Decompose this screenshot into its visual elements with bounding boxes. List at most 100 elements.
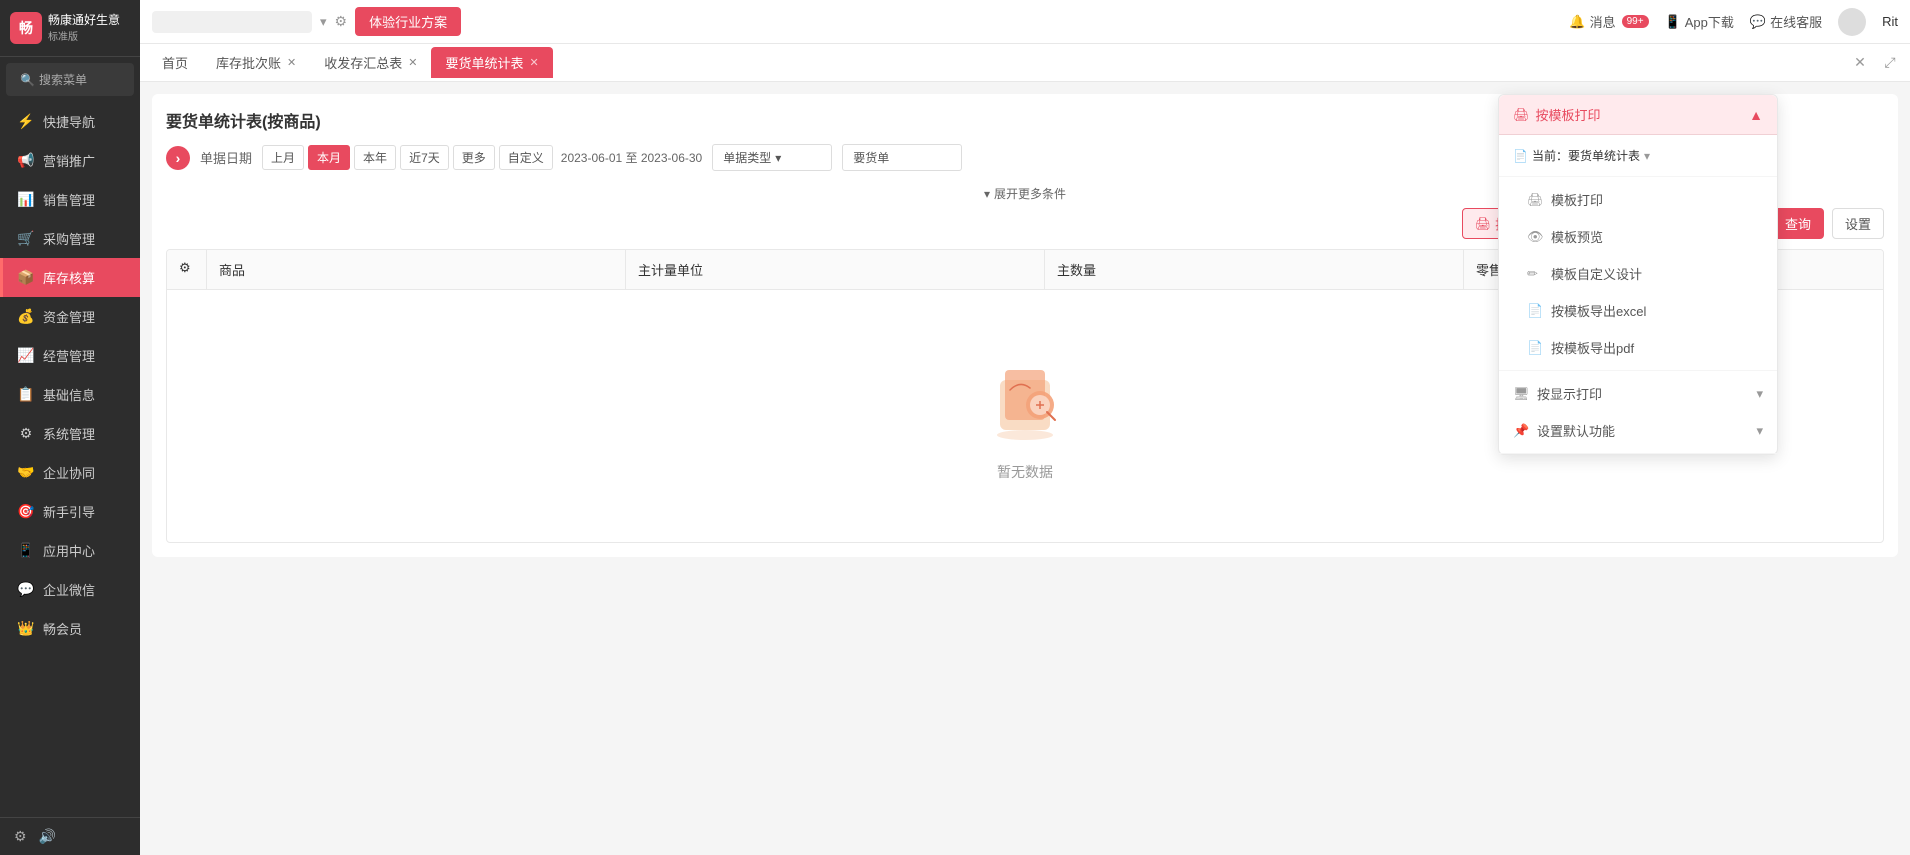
shortcuts-icon: ⚡ — [17, 113, 35, 130]
expand-more-icon: ▾ — [984, 187, 990, 201]
sidebar-item-collab[interactable]: 🤝 企业协同 — [0, 453, 140, 492]
dropdown-items-section: 🖨 模板打印 👁 模板预览 ✏ 模板自定义设计 📄 按模板导出excel — [1499, 177, 1777, 371]
tabs-bar: 首页 库存批次账 ✕ 收发存汇总表 ✕ 要货单统计表 ✕ ✕ ⤢ — [140, 44, 1910, 82]
sidebar-nav: ⚡ 快捷导航 📢 营销推广 📊 销售管理 🛒 采购管理 📦 库存核算 💰 资金管… — [0, 102, 140, 817]
sales-icon: 📊 — [17, 191, 35, 208]
table-col-settings[interactable]: ⚙ — [167, 250, 207, 289]
topbar-right: 🔔 消息 99+ 📱 App下载 💬 在线客服 Rit — [1569, 8, 1898, 36]
sidebar-search[interactable]: 🔍 搜索菜单 — [6, 63, 134, 96]
template-design-icon: ✏ — [1527, 266, 1543, 282]
chevron-right-icon: › — [176, 150, 181, 166]
print-dropdown-popup: 🖨 按模板打印 ▲ 📄 当前：要货单统计表 ▾ 🖨 模板打印 — [1498, 94, 1778, 455]
inventory-icon: 📦 — [17, 269, 35, 286]
dropdown-item-export-excel[interactable]: 📄 按模板导出excel — [1499, 292, 1777, 329]
sidebar: 畅 畅康通好生意 标准版 🔍 搜索菜单 ⚡ 快捷导航 📢 营销推广 📊 销售管理… — [0, 0, 140, 855]
date-btn-custom[interactable]: 自定义 — [499, 145, 553, 170]
template-preview-icon: 👁 — [1527, 229, 1543, 245]
export-excel-icon: 📄 — [1527, 303, 1543, 319]
help-bottom-icon[interactable]: 🔊 — [39, 828, 56, 845]
topbar: ▾ ⚙ 体验行业方案 🔔 消息 99+ 📱 App下载 💬 在线客服 Rit — [140, 0, 1910, 44]
sidebar-item-operations[interactable]: 📈 经营管理 — [0, 336, 140, 375]
table-settings-icon[interactable]: ⚙ — [179, 260, 191, 275]
date-range-display: 2023-06-01 至 2023-06-30 — [561, 149, 702, 166]
tab-stock-summary[interactable]: 收发存汇总表 ✕ — [310, 47, 431, 78]
app-download-btn[interactable]: 📱 App下载 — [1665, 12, 1734, 31]
settings-bottom-icon[interactable]: ⚙ — [14, 828, 27, 845]
user-name: Rit — [1882, 14, 1898, 29]
default-func-icon: 📌 — [1513, 423, 1529, 439]
tab-close-order-stats[interactable]: ✕ — [530, 56, 539, 69]
bell-icon: 🔔 — [1569, 14, 1585, 30]
collab-icon: 🤝 — [17, 464, 35, 481]
date-btn-this-year[interactable]: 本年 — [354, 145, 396, 170]
tab-close-inventory-batch[interactable]: ✕ — [287, 56, 296, 69]
settings-btn[interactable]: 设置 — [1832, 208, 1884, 239]
sidebar-item-basic-info[interactable]: 📋 基础信息 — [0, 375, 140, 414]
table-col-goods: 商品 — [207, 250, 626, 289]
page-card: 要货单统计表(按商品) › 单据日期 上月 本月 本年 近7天 更多 自定义 2… — [152, 94, 1898, 557]
sidebar-item-marketing[interactable]: 📢 营销推广 — [0, 141, 140, 180]
sidebar-item-finance[interactable]: 💰 资金管理 — [0, 297, 140, 336]
sidebar-item-system[interactable]: ⚙ 系统管理 — [0, 414, 140, 453]
content-area: 要货单统计表(按商品) › 单据日期 上月 本月 本年 近7天 更多 自定义 2… — [140, 82, 1910, 855]
date-buttons: 上月 本月 本年 近7天 更多 自定义 2023-06-01 至 2023-06… — [262, 145, 702, 170]
tab-close-all-btn[interactable]: ✕ — [1848, 51, 1872, 75]
main-area: ▾ ⚙ 体验行业方案 🔔 消息 99+ 📱 App下载 💬 在线客服 Rit 首… — [140, 0, 1910, 855]
sidebar-item-sales[interactable]: 📊 销售管理 — [0, 180, 140, 219]
topbar-search-input[interactable] — [152, 11, 312, 33]
dropdown-item-export-pdf[interactable]: 📄 按模板导出pdf — [1499, 329, 1777, 366]
tab-order-stats[interactable]: 要货单统计表 ✕ — [431, 47, 552, 78]
app-logo-icon: 畅 — [10, 12, 42, 44]
topbar-dropdown-arrow[interactable]: ▾ — [320, 14, 327, 30]
operations-icon: 📈 — [17, 347, 35, 364]
goods-filter-input[interactable]: 要货单 — [842, 144, 962, 171]
dropdown-collapse-icon[interactable]: ▲ — [1749, 107, 1763, 123]
avatar[interactable] — [1838, 8, 1866, 36]
order-type-select[interactable]: 单据类型 ▾ — [712, 144, 832, 171]
sidebar-bottom: ⚙ 🔊 — [0, 817, 140, 855]
messages-btn[interactable]: 🔔 消息 99+ — [1569, 12, 1648, 31]
guide-icon: 🎯 — [17, 503, 35, 520]
dropdown-sub-default-func[interactable]: 📌 设置默认功能 ▾ — [1499, 412, 1777, 449]
messages-badge: 99+ — [1622, 15, 1649, 28]
tab-home[interactable]: 首页 — [148, 47, 202, 78]
date-filter-label: 单据日期 — [200, 148, 252, 167]
display-print-icon: 🖥 — [1513, 386, 1529, 402]
current-arrow-icon: ▾ — [1644, 149, 1650, 163]
wechat-icon: 💬 — [17, 581, 35, 598]
tab-inventory-batch[interactable]: 库存批次账 ✕ — [202, 47, 310, 78]
sub-arrow-right-icon2: ▾ — [1756, 423, 1763, 439]
sidebar-item-member[interactable]: 👑 畅会员 — [0, 609, 140, 648]
template-print-icon: 🖨 — [1527, 192, 1543, 208]
sidebar-item-purchase[interactable]: 🛒 采购管理 — [0, 219, 140, 258]
query-btn[interactable]: 查询 — [1772, 208, 1824, 239]
sidebar-item-shortcuts[interactable]: ⚡ 快捷导航 — [0, 102, 140, 141]
dropdown-sub-display-print[interactable]: 🖥 按显示打印 ▾ — [1499, 375, 1777, 412]
apps-icon: 📱 — [17, 542, 35, 559]
trial-button[interactable]: 体验行业方案 — [355, 7, 461, 36]
sidebar-item-apps[interactable]: 📱 应用中心 — [0, 531, 140, 570]
tabs-right-controls: ✕ ⤢ — [1848, 51, 1902, 75]
dropdown-sub-section: 🖥 按显示打印 ▾ 📌 设置默认功能 ▾ — [1499, 371, 1777, 454]
online-service-btn[interactable]: 💬 在线客服 — [1750, 12, 1822, 31]
tab-close-stock-summary[interactable]: ✕ — [408, 56, 417, 69]
app-name: 畅康通好生意 — [48, 13, 120, 29]
date-btn-more[interactable]: 更多 — [453, 145, 495, 170]
dropdown-item-template-print[interactable]: 🖨 模板打印 — [1499, 181, 1777, 218]
dropdown-print-icon: 🖨 — [1513, 107, 1530, 123]
search-icon: 🔍 — [20, 73, 35, 87]
sidebar-item-inventory[interactable]: 📦 库存核算 — [0, 258, 140, 297]
filter-expand-button[interactable]: › — [166, 146, 190, 170]
sidebar-item-guide[interactable]: 🎯 新手引导 — [0, 492, 140, 531]
tab-expand-btn[interactable]: ⤢ — [1878, 51, 1902, 75]
topbar-gear-icon[interactable]: ⚙ — [335, 13, 348, 30]
export-pdf-icon: 📄 — [1527, 340, 1543, 356]
dropdown-item-template-preview[interactable]: 👁 模板预览 — [1499, 218, 1777, 255]
current-template-label: 📄 当前：要货单统计表 ▾ — [1499, 139, 1664, 172]
dropdown-item-template-design[interactable]: ✏ 模板自定义设计 — [1499, 255, 1777, 292]
date-btn-this-month[interactable]: 本月 — [308, 145, 350, 170]
basic-info-icon: 📋 — [17, 386, 35, 403]
date-btn-last-month[interactable]: 上月 — [262, 145, 304, 170]
sidebar-item-wechat[interactable]: 💬 企业微信 — [0, 570, 140, 609]
date-btn-7days[interactable]: 近7天 — [400, 145, 449, 170]
